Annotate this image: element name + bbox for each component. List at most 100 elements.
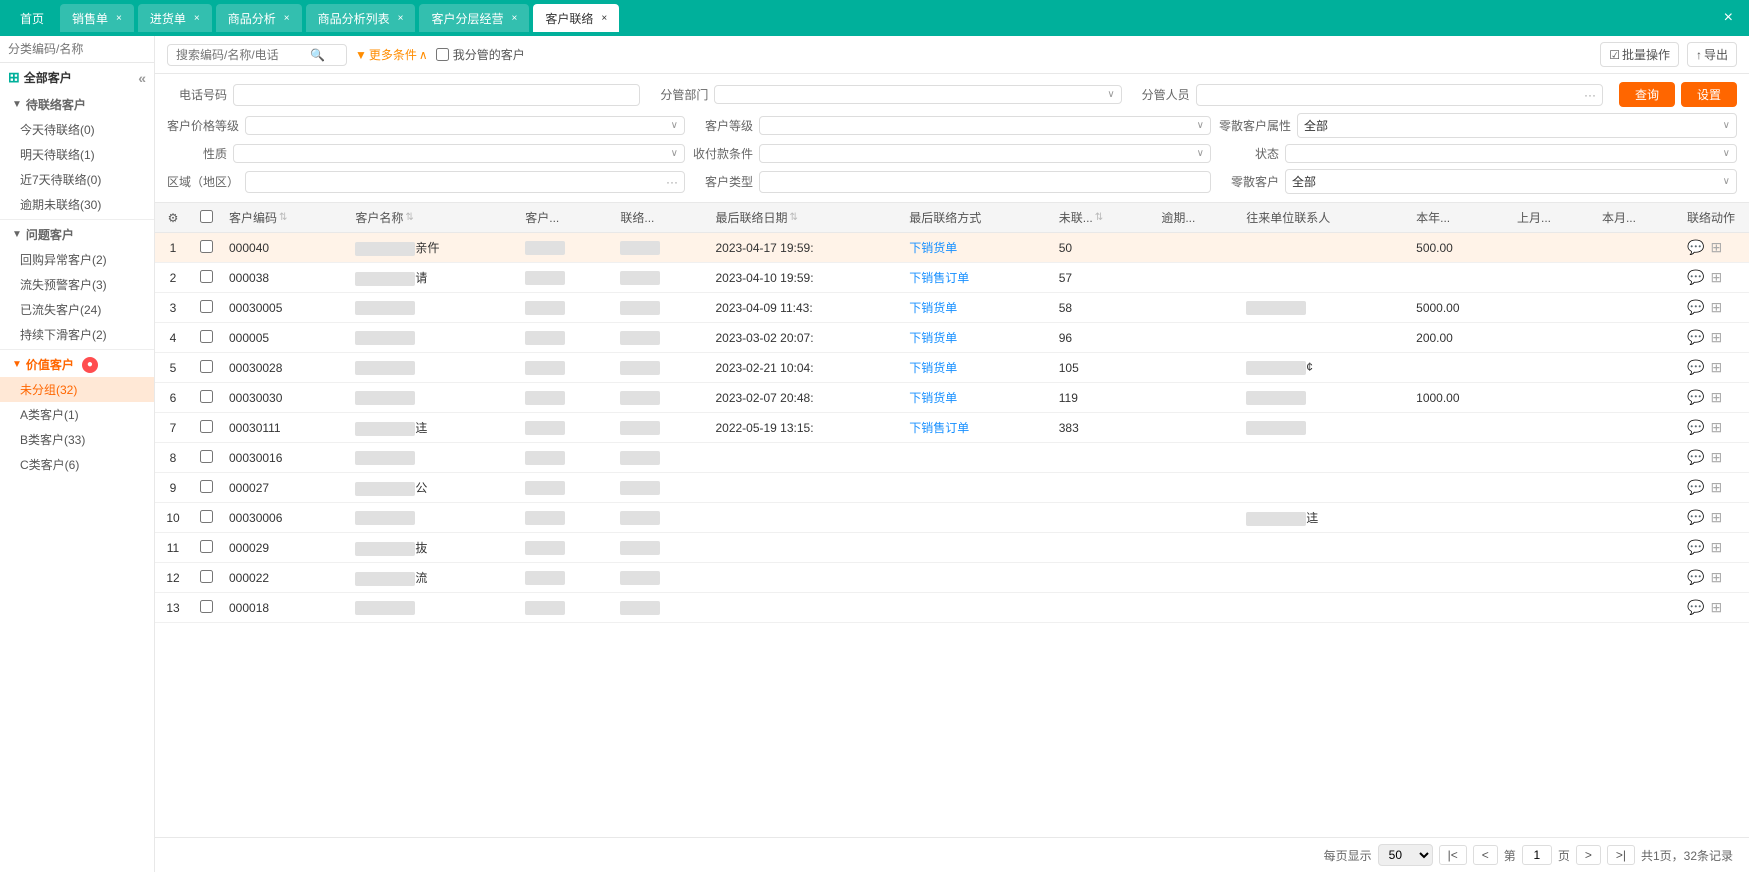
tab-purchase-close[interactable]: ×: [194, 13, 200, 24]
scatter-attr-select[interactable]: 全部 ∨: [1297, 113, 1737, 138]
cell-check[interactable]: [191, 233, 221, 263]
cell-check[interactable]: [191, 323, 221, 353]
sidebar-group-problem[interactable]: ▼ 问题客户: [0, 222, 154, 247]
tab-product-analysis-list-close[interactable]: ×: [398, 13, 404, 24]
last-method-link[interactable]: 下销售订单: [909, 421, 969, 435]
cell-last-method[interactable]: 下销货单: [901, 233, 1050, 263]
cell-check[interactable]: [191, 563, 221, 593]
th-check[interactable]: [191, 203, 221, 233]
region-dots-btn[interactable]: ···: [666, 175, 678, 189]
message-icon[interactable]: 💬: [1687, 569, 1704, 586]
cell-last-method[interactable]: [901, 563, 1050, 593]
message-icon[interactable]: 💬: [1687, 299, 1704, 316]
message-icon[interactable]: 💬: [1687, 389, 1704, 406]
row-checkbox[interactable]: [200, 240, 213, 253]
sidebar-item-ungrouped[interactable]: 未分组(32): [0, 377, 154, 402]
sidebar-item-overdue-pending[interactable]: 逾期未联络(30): [0, 192, 154, 217]
row-checkbox[interactable]: [200, 300, 213, 313]
payment-select[interactable]: ∨: [759, 144, 1211, 163]
more-icon[interactable]: ⊞: [1710, 269, 1722, 286]
page-prev-btn[interactable]: <: [1473, 845, 1498, 865]
cell-last-method[interactable]: 下销货单: [901, 323, 1050, 353]
th-type-sort[interactable]: 客户...: [525, 209, 604, 226]
more-icon[interactable]: ⊞: [1710, 389, 1722, 406]
tab-customer-contact-close[interactable]: ×: [601, 13, 607, 24]
message-icon[interactable]: 💬: [1687, 599, 1704, 616]
row-checkbox[interactable]: [200, 390, 213, 403]
sidebar-item-class-c[interactable]: C类客户(6): [0, 452, 154, 477]
reset-btn[interactable]: 设置: [1681, 82, 1737, 107]
sidebar-item-churned[interactable]: 已流失客户(24): [0, 297, 154, 322]
last-method-link[interactable]: 下销售订单: [909, 271, 969, 285]
more-icon[interactable]: ⊞: [1710, 359, 1722, 376]
last-method-link[interactable]: 下销货单: [909, 361, 957, 375]
main-search-input[interactable]: [176, 48, 306, 62]
query-btn[interactable]: 查询: [1619, 82, 1675, 107]
row-checkbox[interactable]: [200, 360, 213, 373]
cell-check[interactable]: [191, 293, 221, 323]
cell-last-method[interactable]: 下销货单: [901, 383, 1050, 413]
tab-product-analysis[interactable]: 商品分析 ×: [216, 4, 302, 32]
phone-input[interactable]: [233, 84, 640, 106]
message-icon[interactable]: 💬: [1687, 269, 1704, 286]
message-icon[interactable]: 💬: [1687, 509, 1704, 526]
manager-dots-btn[interactable]: ···: [1584, 88, 1596, 102]
more-icon[interactable]: ⊞: [1710, 419, 1722, 436]
message-icon[interactable]: 💬: [1687, 449, 1704, 466]
tab-product-analysis-close[interactable]: ×: [284, 13, 290, 24]
cell-last-method[interactable]: [901, 503, 1050, 533]
scatter-cust-select[interactable]: 全部 ∨: [1285, 169, 1737, 194]
cell-last-method[interactable]: 下销货单: [901, 353, 1050, 383]
th-settings[interactable]: ⚙: [155, 203, 191, 233]
more-conditions-btn[interactable]: ▼ 更多条件 ∧: [355, 46, 428, 63]
cust-type-input[interactable]: [759, 171, 1211, 193]
sidebar-item-declining[interactable]: 持续下滑客户(2): [0, 322, 154, 347]
cell-last-method[interactable]: [901, 473, 1050, 503]
nature-select[interactable]: ∨: [233, 144, 685, 163]
page-first-btn[interactable]: |<: [1439, 845, 1467, 865]
more-icon[interactable]: ⊞: [1710, 449, 1722, 466]
sidebar-item-churn-warning[interactable]: 流失预警客户(3): [0, 272, 154, 297]
page-size-select[interactable]: 50 100 200: [1378, 844, 1433, 866]
tab-customer-tier[interactable]: 客户分层经营 ×: [419, 4, 529, 32]
price-level-select[interactable]: ∨: [245, 116, 685, 135]
page-last-btn[interactable]: >|: [1607, 845, 1635, 865]
more-icon[interactable]: ⊞: [1710, 299, 1722, 316]
tab-customer-tier-close[interactable]: ×: [511, 13, 517, 24]
th-code-sort[interactable]: 客户编码⇅: [229, 209, 339, 226]
row-checkbox[interactable]: [200, 330, 213, 343]
sidebar-item-7days-pending[interactable]: 近7天待联络(0): [0, 167, 154, 192]
close-all-tabs[interactable]: ×: [1716, 9, 1741, 27]
cell-check[interactable]: [191, 473, 221, 503]
row-checkbox[interactable]: [200, 480, 213, 493]
select-all-checkbox[interactable]: [200, 210, 213, 223]
message-icon[interactable]: 💬: [1687, 419, 1704, 436]
last-method-link[interactable]: 下销货单: [909, 331, 957, 345]
sidebar-item-abnormal[interactable]: 回购异常客户(2): [0, 247, 154, 272]
tab-home[interactable]: 首页: [8, 4, 56, 32]
tab-customer-contact[interactable]: 客户联络 ×: [533, 4, 619, 32]
message-icon[interactable]: 💬: [1687, 479, 1704, 496]
settings-icon[interactable]: ⚙: [168, 211, 179, 225]
cell-last-method[interactable]: [901, 443, 1050, 473]
row-checkbox[interactable]: [200, 570, 213, 583]
cell-check[interactable]: [191, 263, 221, 293]
more-icon[interactable]: ⊞: [1710, 599, 1722, 616]
page-next-btn[interactable]: >: [1576, 845, 1601, 865]
more-icon[interactable]: ⊞: [1710, 539, 1722, 556]
th-no-contact-sort[interactable]: 未联...⇅: [1059, 209, 1146, 226]
row-checkbox[interactable]: [200, 510, 213, 523]
cell-last-method[interactable]: 下销售订单: [901, 263, 1050, 293]
last-method-link[interactable]: 下销货单: [909, 241, 957, 255]
export-btn[interactable]: ↑ 导出: [1687, 42, 1737, 67]
cell-check[interactable]: [191, 383, 221, 413]
status-select[interactable]: ∨: [1285, 144, 1737, 163]
row-checkbox[interactable]: [200, 270, 213, 283]
message-icon[interactable]: 💬: [1687, 329, 1704, 346]
last-method-link[interactable]: 下销货单: [909, 301, 957, 315]
message-icon[interactable]: 💬: [1687, 539, 1704, 556]
page-num-input[interactable]: [1522, 845, 1552, 865]
tab-sales[interactable]: 销售单 ×: [60, 4, 134, 32]
cell-last-method[interactable]: [901, 593, 1050, 623]
row-checkbox[interactable]: [200, 540, 213, 553]
